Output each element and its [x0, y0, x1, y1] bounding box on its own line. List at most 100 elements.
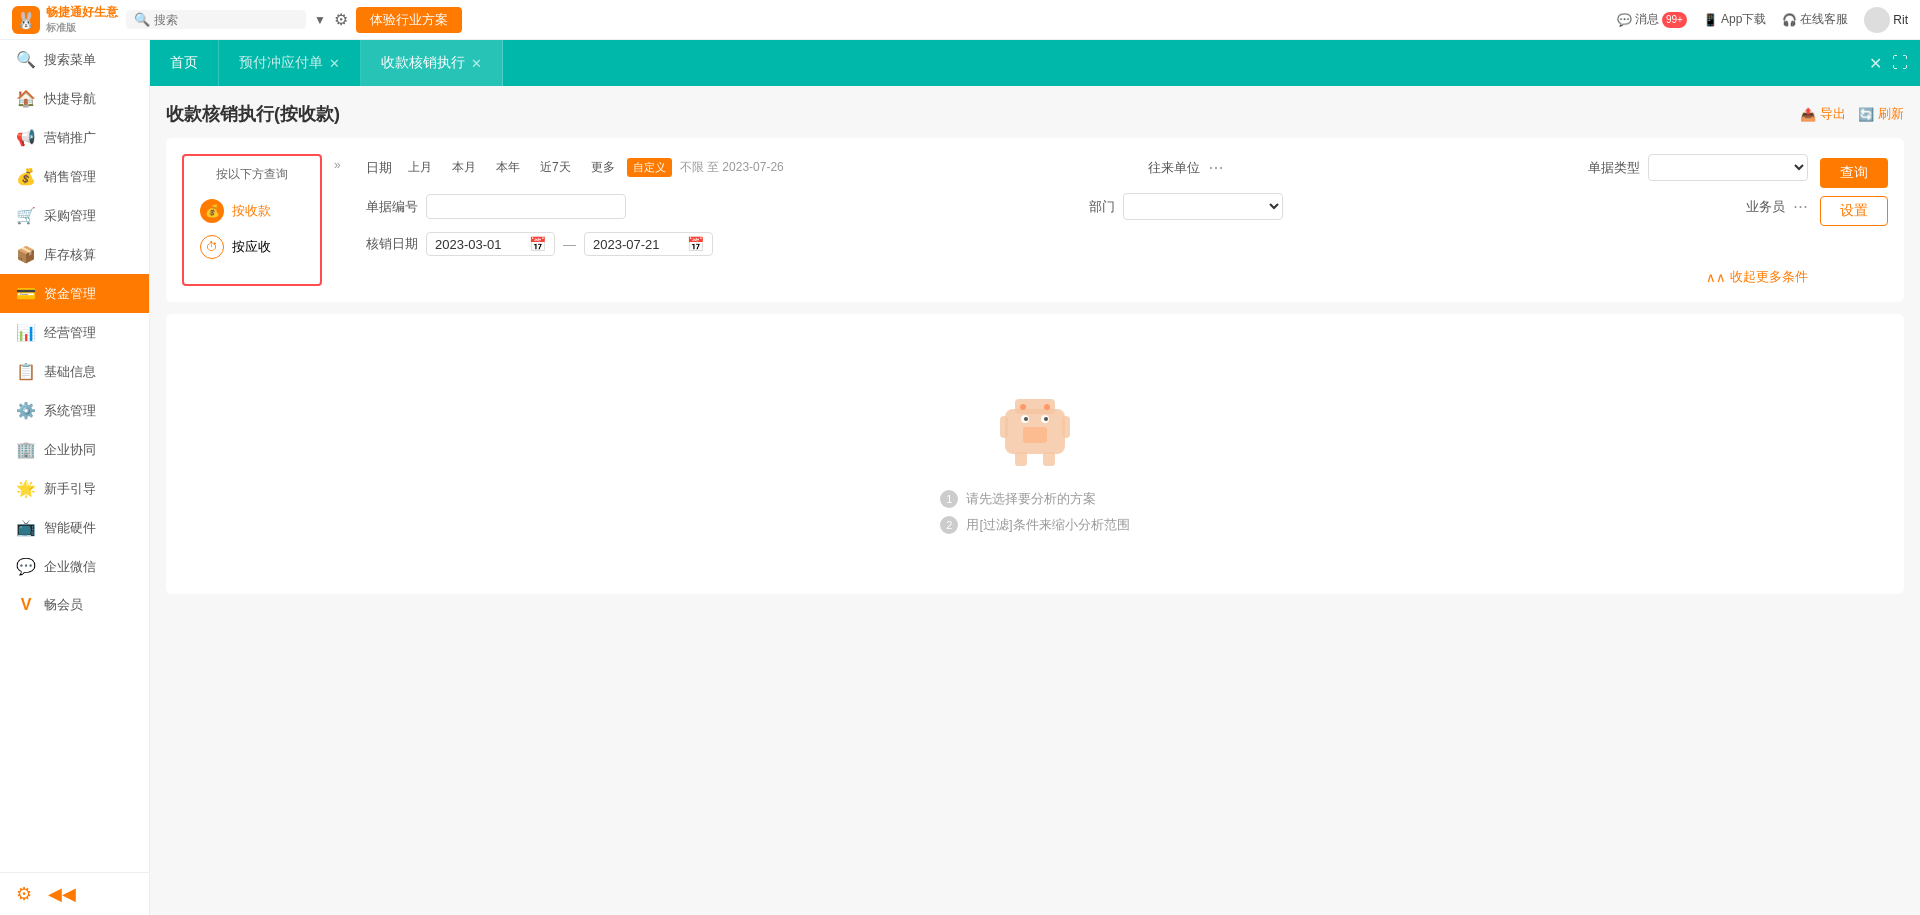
writeoff-date-label: 核销日期	[366, 235, 418, 253]
svg-rect-9	[1015, 452, 1027, 466]
page-title: 收款核销执行(按收款)	[166, 102, 340, 126]
sidebar-bottom: ⚙ ◀◀	[0, 872, 149, 915]
svg-rect-7	[1000, 416, 1008, 438]
app-download-btn[interactable]: 📱 App下载	[1703, 11, 1766, 28]
sidebar-item-guide[interactable]: 🌟 新手引导	[0, 469, 149, 508]
search-box[interactable]: 🔍	[126, 10, 306, 29]
collapse-sidebar-icon[interactable]: ◀◀	[48, 883, 76, 905]
sidebar-item-quick-nav[interactable]: 🏠 快捷导航	[0, 79, 149, 118]
page-content: 收款核销执行(按收款) 📤 导出 🔄 刷新 按以下方查询	[150, 86, 1920, 915]
tab-home[interactable]: 首页	[150, 40, 219, 86]
counterparty-dots[interactable]: ···	[1208, 157, 1223, 178]
sidebar-item-member[interactable]: V 畅会员	[0, 586, 149, 624]
hint-num-2: 2	[940, 516, 958, 534]
inventory-icon: 📦	[16, 245, 36, 264]
sidebar-item-sales[interactable]: 💰 销售管理	[0, 157, 149, 196]
online-service-btn[interactable]: 🎧 在线客服	[1782, 11, 1848, 28]
bill-type-field: 单据类型	[1588, 154, 1808, 181]
sidebar: 🔍 搜索菜单 🏠 快捷导航 📢 营销推广 💰 销售管理 🛒 采购管理 📦 库存核…	[0, 40, 150, 915]
message-label: 消息	[1635, 11, 1659, 28]
user-avatar-btn[interactable]: Rit	[1864, 7, 1908, 33]
main-layout: 🔍 搜索菜单 🏠 快捷导航 📢 营销推广 💰 销售管理 🛒 采购管理 📦 库存核…	[0, 40, 1920, 915]
page-title-actions: 📤 导出 🔄 刷新	[1800, 105, 1904, 123]
salesperson-dots[interactable]: ···	[1793, 196, 1808, 217]
sidebar-item-marketing[interactable]: 📢 营销推广	[0, 118, 149, 157]
collapse-more-btn[interactable]: ∧∧ 收起更多条件	[366, 268, 1808, 286]
sidebar-item-purchase[interactable]: 🛒 采购管理	[0, 196, 149, 235]
sidebar-label-guide: 新手引导	[44, 480, 96, 498]
empty-hints: 1 请先选择要分析的方案 2 用[过滤]条件来缩小分析范围	[940, 490, 1129, 534]
tab-prepay[interactable]: 预付冲应付单 ✕	[219, 40, 361, 86]
settings-bottom-icon[interactable]: ⚙	[16, 883, 32, 905]
message-btn[interactable]: 💬 消息 99+	[1617, 11, 1687, 28]
writeoff-date-from-input[interactable]	[435, 237, 525, 252]
dept-label: 部门	[1089, 198, 1115, 216]
sidebar-item-finance[interactable]: 💳 资金管理	[0, 274, 149, 313]
filter-option-by-receipt[interactable]: 💰 按收款	[192, 193, 312, 229]
tab-collection-close[interactable]: ✕	[471, 56, 482, 71]
empty-illustration	[985, 374, 1085, 474]
sidebar-label-system: 系统管理	[44, 402, 96, 420]
sidebar-item-smart-hw[interactable]: 📺 智能硬件	[0, 508, 149, 547]
sidebar-item-wechat[interactable]: 💬 企业微信	[0, 547, 149, 586]
empty-hint-2: 2 用[过滤]条件来缩小分析范围	[940, 516, 1129, 534]
date-tab-last-month[interactable]: 上月	[400, 157, 440, 178]
date-tab-this-year[interactable]: 本年	[488, 157, 528, 178]
writeoff-date-range: 📅 — 📅	[426, 232, 713, 256]
tab-prepay-label: 预付冲应付单	[239, 54, 323, 72]
export-btn[interactable]: 📤 导出	[1800, 105, 1846, 123]
search-input[interactable]	[154, 13, 298, 27]
date-tab-this-month[interactable]: 本月	[444, 157, 484, 178]
refresh-icon: 🔄	[1858, 107, 1874, 122]
date-tabs: 上月 本月 本年 近7天 更多 自定义	[400, 157, 672, 178]
date-label: 日期	[366, 159, 392, 177]
date-no-limit: 不限 至 2023-07-26	[680, 159, 784, 176]
tab-close-all-icon[interactable]: ✕	[1869, 54, 1882, 73]
tab-collection[interactable]: 收款核销执行 ✕	[361, 40, 503, 86]
svg-rect-6	[1023, 427, 1047, 443]
filter-row-1: 日期 上月 本月 本年 近7天 更多 自定义 不限 至 2023-07-26	[366, 154, 1808, 181]
headset-icon: 🎧	[1782, 13, 1797, 27]
sidebar-item-system[interactable]: ⚙️ 系统管理	[0, 391, 149, 430]
refresh-btn[interactable]: 🔄 刷新	[1858, 105, 1904, 123]
dept-select[interactable]	[1123, 193, 1283, 220]
counterparty-label: 往来单位	[1148, 159, 1200, 177]
bill-number-input[interactable]	[426, 194, 626, 219]
solution-button[interactable]: 体验行业方案	[356, 7, 462, 33]
sidebar-label-purchase: 采购管理	[44, 207, 96, 225]
gear-icon[interactable]: ⚙	[334, 10, 348, 29]
sidebar-item-search-menu[interactable]: 🔍 搜索菜单	[0, 40, 149, 79]
dept-field: 部门	[1089, 193, 1283, 220]
calendar-from-icon[interactable]: 📅	[529, 236, 546, 252]
sidebar-item-business[interactable]: 📊 经营管理	[0, 313, 149, 352]
bill-type-select[interactable]	[1648, 154, 1808, 181]
filter-panel: 按以下方查询 💰 按收款 ⏱ 按应收 »	[166, 138, 1904, 302]
avatar	[1864, 7, 1890, 33]
writeoff-date-to-input[interactable]	[593, 237, 683, 252]
collapse-up-icon: ∧∧	[1706, 270, 1726, 285]
filter-option-by-receivable[interactable]: ⏱ 按应收	[192, 229, 312, 265]
sidebar-item-enterprise[interactable]: 🏢 企业协同	[0, 430, 149, 469]
filter-sidebar-title: 按以下方查询	[192, 166, 312, 183]
top-bar: 🐰 畅捷通好生意 标准版 🔍 ▼ ⚙ 体验行业方案 💬 消息 99+ 📱 App…	[0, 0, 1920, 40]
guide-icon: 🌟	[16, 479, 36, 498]
dropdown-arrow[interactable]: ▼	[314, 13, 326, 27]
counterparty-field: 往来单位 ···	[1148, 157, 1223, 178]
tab-prepay-close[interactable]: ✕	[329, 56, 340, 71]
hint-text-1: 请先选择要分析的方案	[966, 490, 1096, 508]
date-custom-badge[interactable]: 自定义	[627, 158, 672, 177]
collapse-more-label: 收起更多条件	[1730, 268, 1808, 286]
query-button[interactable]: 查询	[1820, 158, 1888, 188]
sidebar-item-basic-info[interactable]: 📋 基础信息	[0, 352, 149, 391]
sidebar-item-inventory[interactable]: 📦 库存核算	[0, 235, 149, 274]
calendar-to-icon[interactable]: 📅	[687, 236, 704, 252]
setting-button[interactable]: 设置	[1820, 196, 1888, 226]
collapse-filter-sidebar[interactable]: »	[334, 154, 354, 286]
date-tab-more[interactable]: 更多	[583, 157, 623, 178]
tab-expand-icon[interactable]: ⛶	[1892, 54, 1908, 72]
bill-number-field: 单据编号	[366, 194, 626, 219]
enterprise-icon: 🏢	[16, 440, 36, 459]
mobile-icon: 📱	[1703, 13, 1718, 27]
date-tab-7days[interactable]: 近7天	[532, 157, 579, 178]
svg-point-14	[1044, 417, 1048, 421]
